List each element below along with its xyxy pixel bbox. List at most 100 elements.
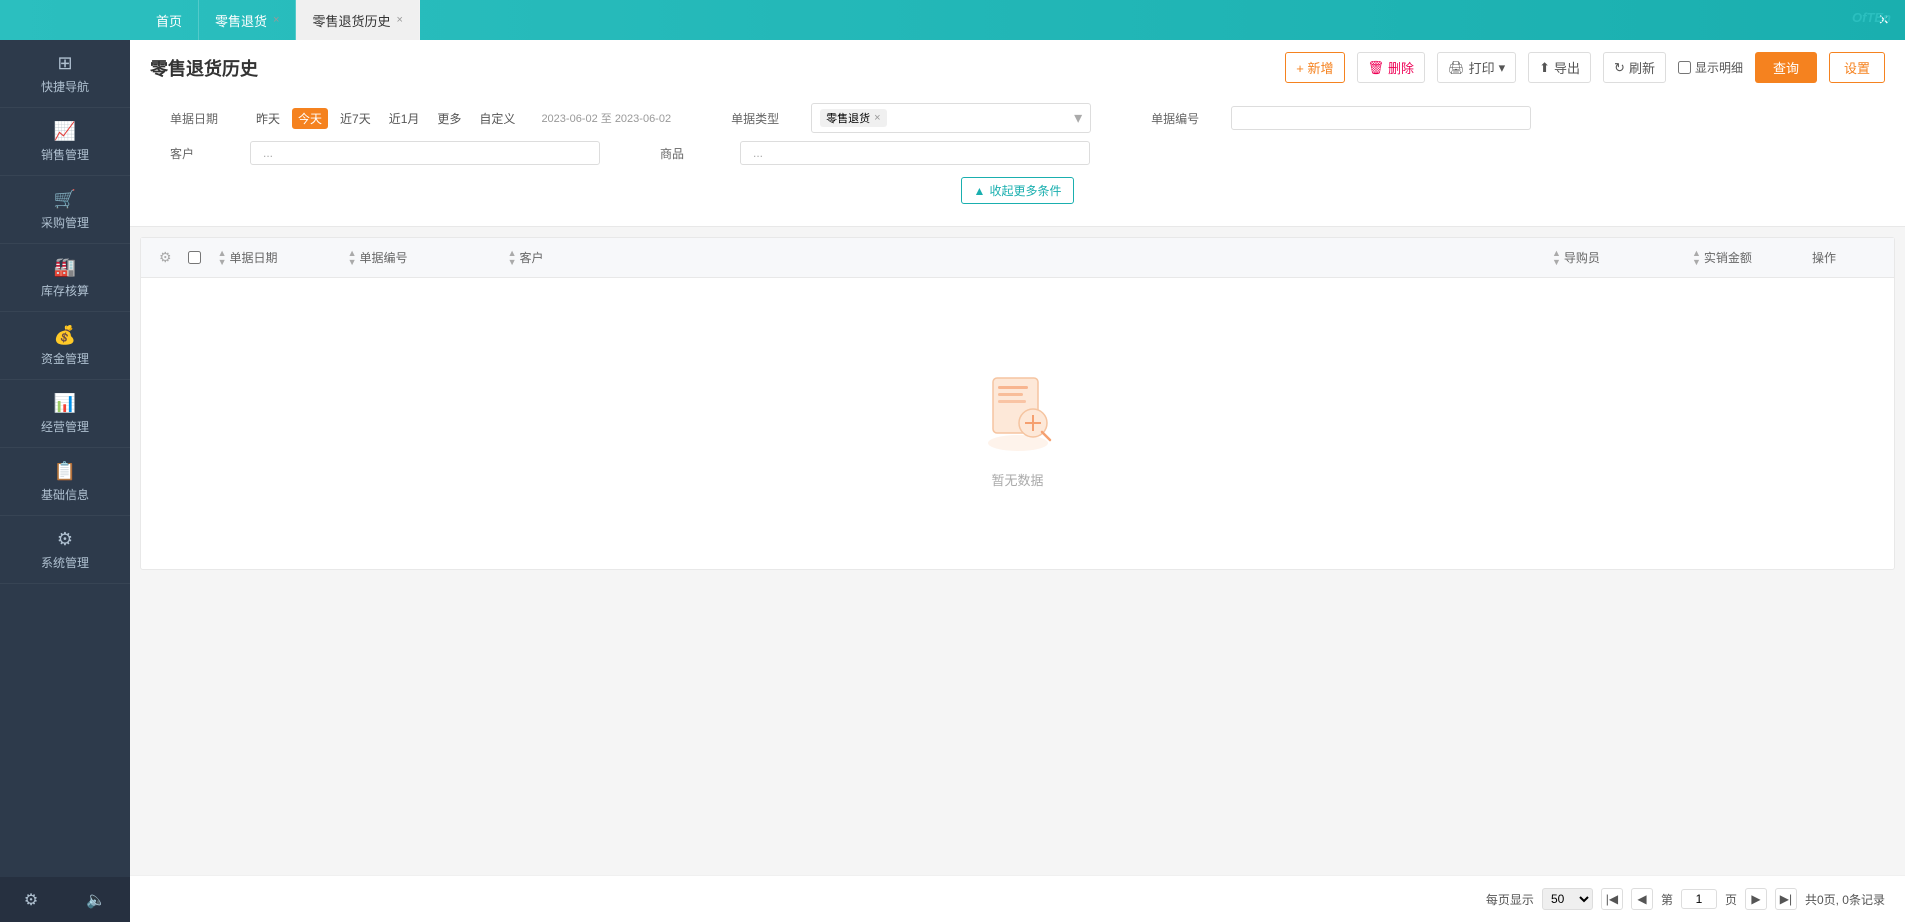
date-more[interactable]: 更多 [431, 108, 467, 129]
sidebar-item-label: 系统管理 [41, 554, 89, 571]
close-tab-retail-return-icon[interactable]: × [273, 14, 279, 26]
purchase-icon: 🛒 [54, 189, 76, 210]
type-tag: 零售退货 × [820, 109, 886, 127]
sidebar-item-label: 经营管理 [41, 418, 89, 435]
table-container: ⚙ ▲▼ 单据日期 ▲▼ 单据编号 ▲▼ 客户 ▲▼ 导购员 ▲▼ [140, 237, 1895, 570]
close-tab-history-icon[interactable]: × [396, 14, 402, 26]
page-label: 第 [1661, 891, 1673, 908]
th-amount[interactable]: ▲▼ 实销金额 [1684, 249, 1804, 267]
print-icon: 🖨 [1448, 60, 1465, 76]
tab-retail-return-history[interactable]: 零售退货历史 × [296, 0, 419, 40]
select-all-checkbox-wrapper[interactable] [180, 251, 210, 264]
tab-home[interactable]: 首页 [140, 0, 199, 40]
new-button[interactable]: + 新增 [1285, 52, 1344, 83]
number-filter-input[interactable] [1231, 106, 1531, 130]
page-unit: 页 [1725, 891, 1737, 908]
export-icon: ⬆ [1539, 60, 1550, 76]
sort-number-icon: ▲▼ [348, 249, 357, 267]
sidebar-item-label: 销售管理 [41, 146, 89, 163]
filter-row-1: 单据日期 昨天 今天 近7天 近1月 更多 自定义 2023-06-02 至 2… [170, 103, 1865, 133]
type-filter-select[interactable]: 零售退货 × ▾ [811, 103, 1091, 133]
setting-button[interactable]: 设置 [1829, 52, 1885, 83]
column-settings-icon[interactable]: ⚙ [151, 249, 180, 266]
date-today[interactable]: 今天 [292, 108, 328, 129]
print-button[interactable]: 🖨 打印 ▾ [1437, 52, 1516, 83]
type-tag-remove-icon[interactable]: × [874, 112, 880, 124]
sort-date-icon: ▲▼ [218, 249, 227, 267]
sidebar-item-label: 库存核算 [41, 282, 89, 299]
sidebar-item-label: 快捷导航 [41, 78, 89, 95]
goods-filter-select[interactable]: ... [740, 141, 1090, 165]
delete-button[interactable]: 🗑 删除 [1357, 52, 1426, 83]
sidebar-item-quick-nav[interactable]: ⊞ 快捷导航 [0, 40, 130, 108]
prev-page-button[interactable]: ◀ [1631, 888, 1653, 910]
next-page-button[interactable]: ▶ [1745, 888, 1767, 910]
page-title: 零售退货历史 [150, 55, 258, 81]
date-filters: 昨天 今天 近7天 近1月 更多 自定义 [250, 108, 521, 129]
th-action: 操作 [1804, 249, 1884, 266]
collapse-button[interactable]: ▲ 收起更多条件 [961, 177, 1075, 204]
display-detail-toggle[interactable]: 显示明细 [1678, 59, 1743, 76]
sidebar-item-inventory[interactable]: 🏭 库存核算 [0, 244, 130, 312]
date-custom[interactable]: 自定义 [473, 108, 521, 129]
sort-customer-icon: ▲▼ [508, 249, 517, 267]
page-number-input[interactable]: 1 [1681, 889, 1717, 909]
pagination: 每页显示 50 10 20 100 |◀ ◀ 第 1 页 ▶ ▶| 共0页, 0… [130, 875, 1905, 922]
sidebar-bottom: ⚙ 🔈 [0, 877, 130, 922]
main-content: 零售退货历史 + 新增 🗑 删除 🖨 打印 ▾ ⬆ 导出 ↻ [130, 40, 1905, 922]
th-guide[interactable]: ▲▼ 导购员 [1544, 249, 1684, 267]
settings-bottom-icon[interactable]: ⚙ [24, 890, 38, 910]
per-page-select[interactable]: 50 10 20 100 [1542, 888, 1593, 910]
th-customer[interactable]: ▲▼ 客户 [500, 249, 1544, 267]
filter-row-2: 客户 ... 商品 ... [170, 141, 1865, 165]
th-date[interactable]: ▲▼ 单据日期 [210, 249, 340, 267]
sidebar-item-finance[interactable]: 💰 资金管理 [0, 312, 130, 380]
date-7days[interactable]: 近7天 [334, 108, 377, 129]
sidebar-item-purchase[interactable]: 🛒 采购管理 [0, 176, 130, 244]
customer-filter-label: 客户 [170, 145, 230, 162]
customer-filter-select[interactable]: ... [250, 141, 600, 165]
sidebar-item-system[interactable]: ⚙ 系统管理 [0, 516, 130, 584]
customer-dots: ... [263, 146, 273, 160]
sort-guide-icon: ▲▼ [1552, 249, 1561, 267]
date-yesterday[interactable]: 昨天 [250, 108, 286, 129]
sidebar-item-operation[interactable]: 📊 经营管理 [0, 380, 130, 448]
sidebar-item-sales[interactable]: 📈 销售管理 [0, 108, 130, 176]
display-detail-checkbox[interactable] [1678, 61, 1691, 74]
per-page-label: 每页显示 [1486, 891, 1534, 908]
first-page-button[interactable]: |◀ [1601, 888, 1623, 910]
refresh-button[interactable]: ↻ 刷新 [1603, 52, 1666, 83]
goods-dots: ... [753, 146, 763, 160]
type-filter-arrow-icon: ▾ [1074, 108, 1082, 128]
export-button[interactable]: ⬆ 导出 [1528, 52, 1591, 83]
top-nav: 首页 零售退货 × 零售退货历史 × × OfTEn [0, 0, 1905, 40]
inventory-icon: 🏭 [54, 257, 76, 278]
sales-icon: 📈 [54, 121, 76, 142]
last-page-button[interactable]: ▶| [1775, 888, 1797, 910]
finance-icon: 💰 [54, 325, 76, 346]
basic-icon: 📋 [54, 461, 76, 482]
system-icon: ⚙ [57, 529, 73, 550]
sort-amount-icon: ▲▼ [1692, 249, 1701, 267]
date-1month[interactable]: 近1月 [383, 108, 426, 129]
th-number[interactable]: ▲▼ 单据编号 [340, 249, 500, 267]
sidebar-item-label: 采购管理 [41, 214, 89, 231]
delete-icon: 🗑 [1368, 60, 1385, 76]
date-range-display: 2023-06-02 至 2023-06-02 [541, 110, 671, 126]
select-all-checkbox[interactable] [188, 251, 201, 264]
refresh-icon: ↻ [1614, 60, 1625, 76]
often-badge: OfTEn [1838, 0, 1905, 35]
sidebar-item-basic[interactable]: 📋 基础信息 [0, 448, 130, 516]
page-header: 零售退货历史 + 新增 🗑 删除 🖨 打印 ▾ ⬆ 导出 ↻ [130, 40, 1905, 227]
page-summary: 共0页, 0条记录 [1805, 891, 1885, 908]
collapse-label: 收起更多条件 [989, 182, 1061, 199]
tab-retail-return[interactable]: 零售退货 × [199, 0, 296, 40]
goods-filter-label: 商品 [660, 145, 720, 162]
operation-icon: 📊 [54, 393, 76, 414]
type-filter-label: 单据类型 [731, 110, 791, 127]
empty-icon [968, 358, 1068, 458]
volume-icon[interactable]: 🔈 [86, 890, 106, 910]
number-filter-label: 单据编号 [1151, 110, 1211, 127]
query-button[interactable]: 查询 [1755, 52, 1817, 83]
display-detail-label: 显示明细 [1695, 59, 1743, 76]
